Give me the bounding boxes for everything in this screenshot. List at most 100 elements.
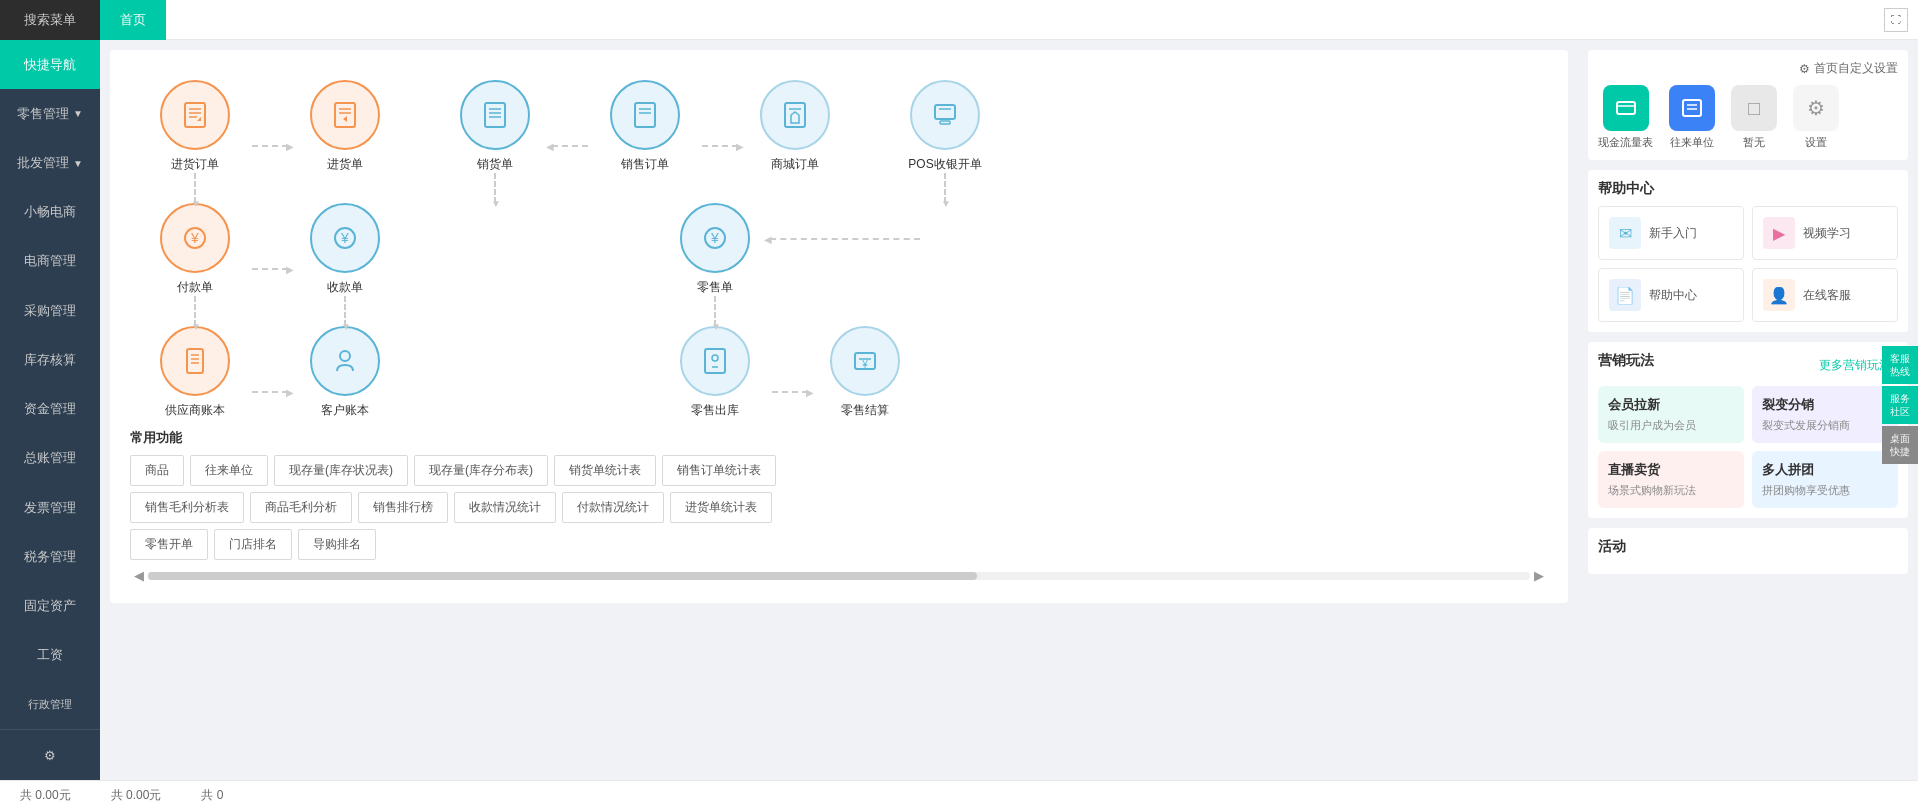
customize-button[interactable]: ⚙ 首页自定义设置 [1799, 60, 1898, 77]
svg-text:¥: ¥ [190, 230, 199, 246]
chevron-down-icon: ▼ [73, 158, 83, 169]
marketing-section: 营销玩法 更多营销玩法 › 会员拉新 吸引用户成为会员 裂变分销 裂变式发展分销… [1588, 342, 1908, 518]
sidebar-item-finance[interactable]: 资金管理 [0, 385, 100, 434]
func-btn-guide-rank[interactable]: 导购排名 [298, 529, 376, 560]
float-btn-community[interactable]: 服务社区 [1882, 386, 1918, 424]
flow-node-sales-order[interactable]: 销售订单 [590, 80, 700, 173]
sidebar-bottom: ⚙ [0, 729, 100, 780]
flow-node-supplier-book[interactable]: 供应商账本 [140, 326, 250, 419]
sidebar-item-purchase[interactable]: 采购管理 [0, 286, 100, 335]
purchase-label: 进货单 [327, 156, 363, 173]
main-content: 进货订单 ▶ 进货单 [100, 40, 1578, 780]
sidebar-item-label: 小畅电商 [24, 203, 76, 221]
home-tab[interactable]: 首页 [100, 0, 166, 40]
func-buttons-row3: 零售开单 门店排名 导购排名 [130, 529, 1548, 560]
sidebar-item-ecommerce-small[interactable]: 小畅电商 [0, 188, 100, 237]
flow-node-pos[interactable]: POS收银开单 [890, 80, 1000, 173]
help-item-help[interactable]: 📄 帮助中心 [1598, 268, 1744, 322]
svg-rect-11 [635, 103, 655, 127]
flow-node-customer-book[interactable]: 客户账本 [290, 326, 400, 419]
help-item-beginner[interactable]: ✉ 新手入门 [1598, 206, 1744, 260]
svg-point-29 [340, 351, 350, 361]
arrow-right-1: ▶ [250, 145, 290, 173]
flow-node-sales[interactable]: 销货单 [440, 80, 550, 173]
float-btn-service[interactable]: 客服热线 [1882, 346, 1918, 384]
float-btn-desktop[interactable]: 桌面快捷 [1882, 426, 1918, 464]
settings-label: 设置 [1805, 135, 1827, 150]
float-buttons: 客服热线 服务社区 桌面快捷 [1882, 346, 1918, 464]
flow-node-receipt[interactable]: ¥ 收款单 [290, 203, 400, 296]
func-btn-goods[interactable]: 商品 [130, 455, 184, 486]
sidebar-item-invoice[interactable]: 发票管理 [0, 483, 100, 532]
service-label: 在线客服 [1803, 287, 1851, 304]
marketing-header: 营销玩法 更多营销玩法 › [1598, 352, 1898, 378]
help-item-service[interactable]: 👤 在线客服 [1752, 268, 1898, 322]
fission-title: 裂变分销 [1762, 396, 1888, 414]
sidebar-item-assets[interactable]: 固定资产 [0, 581, 100, 630]
sidebar-item-ecommerce-mgmt[interactable]: 电商管理 [0, 237, 100, 286]
marketing-item-member[interactable]: 会员拉新 吸引用户成为会员 [1598, 386, 1744, 443]
flow-node-purchase-order[interactable]: 进货订单 [140, 80, 250, 173]
flow-node-payment[interactable]: ¥ 付款单 [140, 203, 250, 296]
units-icon [1669, 85, 1715, 131]
marketing-grid: 会员拉新 吸引用户成为会员 裂变分销 裂变式发展分销商 直播卖货 场景式购物新玩… [1598, 386, 1898, 508]
retail-settle-label: 零售结算 [841, 402, 889, 419]
func-btn-sales-rank[interactable]: 销售排行榜 [358, 492, 448, 523]
sidebar-item-retail[interactable]: 零售管理 ▼ [0, 89, 100, 138]
activity-title: 活动 [1598, 538, 1898, 556]
func-btn-goods-margin[interactable]: 商品毛利分析 [250, 492, 352, 523]
marketing-item-livestream[interactable]: 直播卖货 场景式购物新玩法 [1598, 451, 1744, 508]
marketing-item-fission[interactable]: 裂变分销 裂变式发展分销商 [1752, 386, 1898, 443]
func-btn-units[interactable]: 往来单位 [190, 455, 268, 486]
quick-icons-row: 现金流量表 往来单位 □ 暂无 ⚙ 设置 [1598, 85, 1898, 150]
sidebar-item-label: 零售管理 [17, 105, 69, 123]
scroll-track[interactable] [148, 572, 1530, 580]
marketing-title: 营销玩法 [1598, 352, 1654, 370]
cashflow-label: 现金流量表 [1598, 135, 1653, 150]
livestream-title: 直播卖货 [1608, 461, 1734, 479]
sidebar-item-salary[interactable]: 工资 [0, 631, 100, 680]
func-btn-receipt-stats[interactable]: 收款情况统计 [454, 492, 556, 523]
supplier-book-label: 供应商账本 [165, 402, 225, 419]
quick-icon-settings[interactable]: ⚙ 设置 [1793, 85, 1839, 150]
bottom-stat-2: 共 0.00元 [111, 787, 162, 804]
sidebar-item-quicknav[interactable]: 快捷导航 [0, 40, 100, 89]
sidebar-item-label: 发票管理 [24, 499, 76, 517]
func-btn-stock-status[interactable]: 现存量(库存状况表) [274, 455, 408, 486]
quick-icon-empty[interactable]: □ 暂无 [1731, 85, 1777, 150]
search-menu-button[interactable]: 搜索菜单 [0, 0, 100, 40]
retail-order-icon: ¥ [680, 203, 750, 273]
func-btn-store-rank[interactable]: 门店排名 [214, 529, 292, 560]
sidebar-item-tax[interactable]: 税务管理 [0, 532, 100, 581]
sidebar-item-inventory[interactable]: 库存核算 [0, 335, 100, 384]
fullscreen-button[interactable]: ⛶ [1884, 8, 1908, 32]
flow-node-retail-order[interactable]: ¥ 零售单 ◀ [660, 203, 770, 296]
scroll-right-icon[interactable]: ▶ [1530, 568, 1548, 583]
purchase-order-label: 进货订单 [171, 156, 219, 173]
flow-node-purchase[interactable]: 进货单 [290, 80, 400, 173]
func-btn-retail-order[interactable]: 零售开单 [130, 529, 208, 560]
chevron-down-icon: ▼ [73, 108, 83, 119]
func-btn-sales-stats[interactable]: 销货单统计表 [554, 455, 656, 486]
func-btn-sales-order-stats[interactable]: 销售订单统计表 [662, 455, 776, 486]
func-btn-sales-margin[interactable]: 销售毛利分析表 [130, 492, 244, 523]
arrow-left-1: ◀ [550, 145, 590, 173]
func-btn-payment-stats[interactable]: 付款情况统计 [562, 492, 664, 523]
flow-node-retail-settle[interactable]: ¥ 零售结算 [810, 326, 920, 419]
marketing-item-group[interactable]: 多人拼团 拼团购物享受优惠 [1752, 451, 1898, 508]
quick-icon-units[interactable]: 往来单位 [1669, 85, 1715, 150]
quick-icon-cashflow[interactable]: 现金流量表 [1598, 85, 1653, 150]
sidebar-item-wholesale[interactable]: 批发管理 ▼ [0, 138, 100, 187]
flow-node-mall-order[interactable]: 商城订单 [740, 80, 850, 173]
scroll-left-icon[interactable]: ◀ [130, 568, 148, 583]
sidebar-item-admin[interactable]: 行政管理 [0, 680, 100, 729]
sidebar-item-label: 固定资产 [24, 597, 76, 615]
gear-button[interactable]: ⚙ [0, 730, 100, 780]
func-buttons-row2: 销售毛利分析表 商品毛利分析 销售排行榜 收款情况统计 付款情况统计 进货单统计… [130, 492, 1548, 523]
help-item-video[interactable]: ▶ 视频学习 [1752, 206, 1898, 260]
func-btn-purchase-stats[interactable]: 进货单统计表 [670, 492, 772, 523]
content-area: 进货订单 ▶ 进货单 [100, 40, 1918, 780]
flow-node-retail-outbound[interactable]: 零售出库 [660, 326, 770, 419]
func-btn-stock-dist[interactable]: 现存量(库存分布表) [414, 455, 548, 486]
sidebar-item-general-ledger[interactable]: 总账管理 [0, 434, 100, 483]
